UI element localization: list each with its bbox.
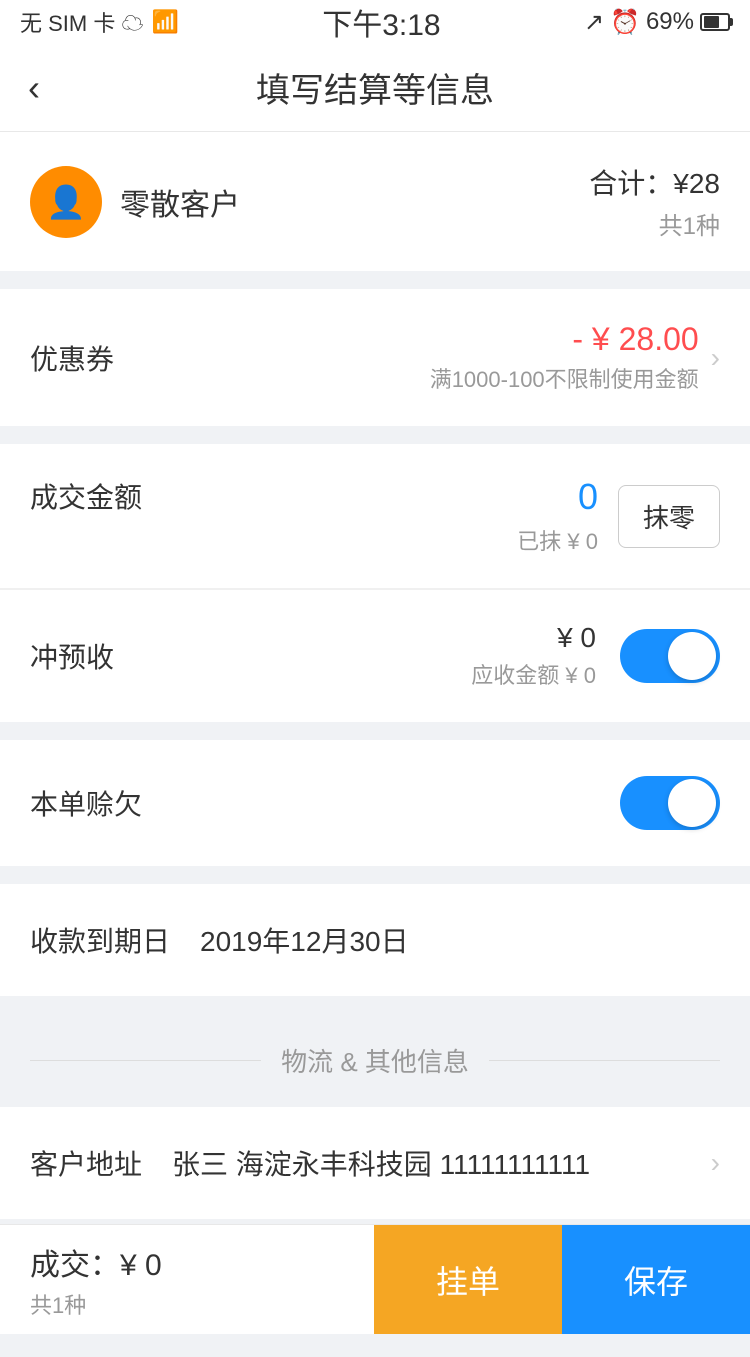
debt-toggle[interactable] (620, 776, 720, 830)
main-content: 👤 零散客户 合计：¥28 共1种 优惠券 - ¥ 28.00 满1000-10… (0, 132, 750, 1357)
customer-name: 零散客户 (120, 180, 240, 224)
save-button[interactable]: 保存 (562, 1225, 750, 1334)
due-date-row: 收款到期日 2019年12月30日 (0, 884, 750, 996)
coupon-amount: - ¥ 28.00 (430, 321, 699, 358)
status-left: 无 SIM 卡 ☁ 📶 (20, 6, 179, 38)
advance-values: ¥ 0 应收金额 ¥ 0 (471, 622, 596, 690)
hang-order-button[interactable]: 挂单 (374, 1225, 562, 1334)
battery-icon (700, 13, 730, 31)
bottom-info: 成交：¥ 0 共1种 (0, 1240, 374, 1320)
status-bar: 无 SIM 卡 ☁ 📶 下午3:18 ↗ ⏰ 69% (0, 0, 750, 44)
debt-row: 本单赊欠 (0, 740, 750, 866)
coupon-label: 优惠券 (30, 338, 114, 378)
address-value: 张三 海淀永丰科技园 11111111111 (172, 1143, 590, 1183)
deal-advance-section: 成交金额 0 已抹 ¥ 0 抹零 冲预收 ¥ 0 应收金额 ¥ 0 (0, 444, 750, 722)
round-zero-button[interactable]: 抹零 (618, 485, 720, 548)
alarm-icon: ⏰ (610, 8, 640, 37)
logistics-label: 物流 & 其他信息 (281, 1042, 469, 1079)
advance-right: ¥ 0 应收金额 ¥ 0 (471, 622, 720, 690)
total-price: 合计：¥28 (589, 162, 720, 202)
divider-left (30, 1060, 261, 1061)
location-icon: ↗ (584, 8, 604, 37)
bottom-count: 共1种 (30, 1288, 344, 1320)
coupon-value-block: - ¥ 28.00 满1000-100不限制使用金额 (430, 321, 699, 394)
wifi-icon: 📶 (151, 9, 178, 35)
address-label: 客户地址 (30, 1143, 142, 1183)
advance-row: 冲预收 ¥ 0 应收金额 ¥ 0 (0, 590, 750, 722)
battery-fill (704, 16, 719, 28)
page-title: 填写结算等信息 (256, 63, 494, 112)
advance-label: 冲预收 (30, 636, 114, 676)
avatar-icon: 👤 (46, 183, 86, 221)
bottom-bar: 成交：¥ 0 共1种 挂单 保存 (0, 1224, 750, 1334)
customer-right: 合计：¥28 共1种 (589, 162, 720, 241)
debt-toggle-knob (668, 779, 716, 827)
due-date-label: 收款到期日 (30, 920, 170, 960)
coupon-desc: 满1000-100不限制使用金额 (430, 362, 699, 394)
bottom-deal-text: 成交：¥ 0 (30, 1240, 344, 1284)
deal-sub: 已抹 ¥ 0 (517, 524, 598, 556)
avatar: 👤 (30, 166, 102, 238)
address-left: 客户地址 张三 海淀永丰科技园 11111111111 (30, 1143, 590, 1183)
bottom-deal-label: 成交： (30, 1249, 120, 1282)
customer-row: 👤 零散客户 合计：¥28 共1种 (0, 132, 750, 271)
toggle-knob (668, 632, 716, 680)
due-date-value: 2019年12月30日 (200, 920, 409, 960)
advance-sub: 应收金额 ¥ 0 (471, 658, 596, 690)
coupon-section: 优惠券 - ¥ 28.00 满1000-100不限制使用金额 › (0, 289, 750, 426)
total-count: 共1种 (589, 206, 720, 241)
coupon-right: - ¥ 28.00 满1000-100不限制使用金额 › (430, 321, 720, 394)
battery-percent: 69% (646, 8, 694, 36)
bottom-deal-value: ¥ 0 (120, 1249, 162, 1282)
deal-value: 0 (517, 476, 598, 518)
address-row[interactable]: 客户地址 张三 海淀永丰科技园 11111111111 › (0, 1107, 750, 1219)
debt-label: 本单赊欠 (30, 783, 142, 823)
chevron-right-icon: › (711, 342, 720, 374)
logistics-divider: 物流 & 其他信息 (0, 1014, 750, 1107)
deal-right: 0 已抹 ¥ 0 抹零 (517, 476, 720, 556)
sim-label: 无 SIM 卡 ☁ (20, 6, 143, 38)
nav-bar: ‹ 填写结算等信息 (0, 44, 750, 132)
advance-toggle[interactable] (620, 629, 720, 683)
address-chevron-icon: › (711, 1147, 720, 1179)
status-time: 下午3:18 (322, 0, 440, 44)
status-right: ↗ ⏰ 69% (584, 8, 730, 37)
back-button[interactable]: ‹ (28, 67, 40, 109)
advance-amount: ¥ 0 (471, 622, 596, 654)
divider-right (489, 1060, 720, 1061)
customer-left: 👤 零散客户 (30, 166, 240, 238)
coupon-row[interactable]: 优惠券 - ¥ 28.00 满1000-100不限制使用金额 › (30, 289, 720, 426)
deal-amount-label: 成交金额 (30, 476, 142, 516)
deal-value-block: 0 已抹 ¥ 0 (517, 476, 598, 556)
deal-amount-row: 成交金额 0 已抹 ¥ 0 抹零 (0, 444, 750, 589)
